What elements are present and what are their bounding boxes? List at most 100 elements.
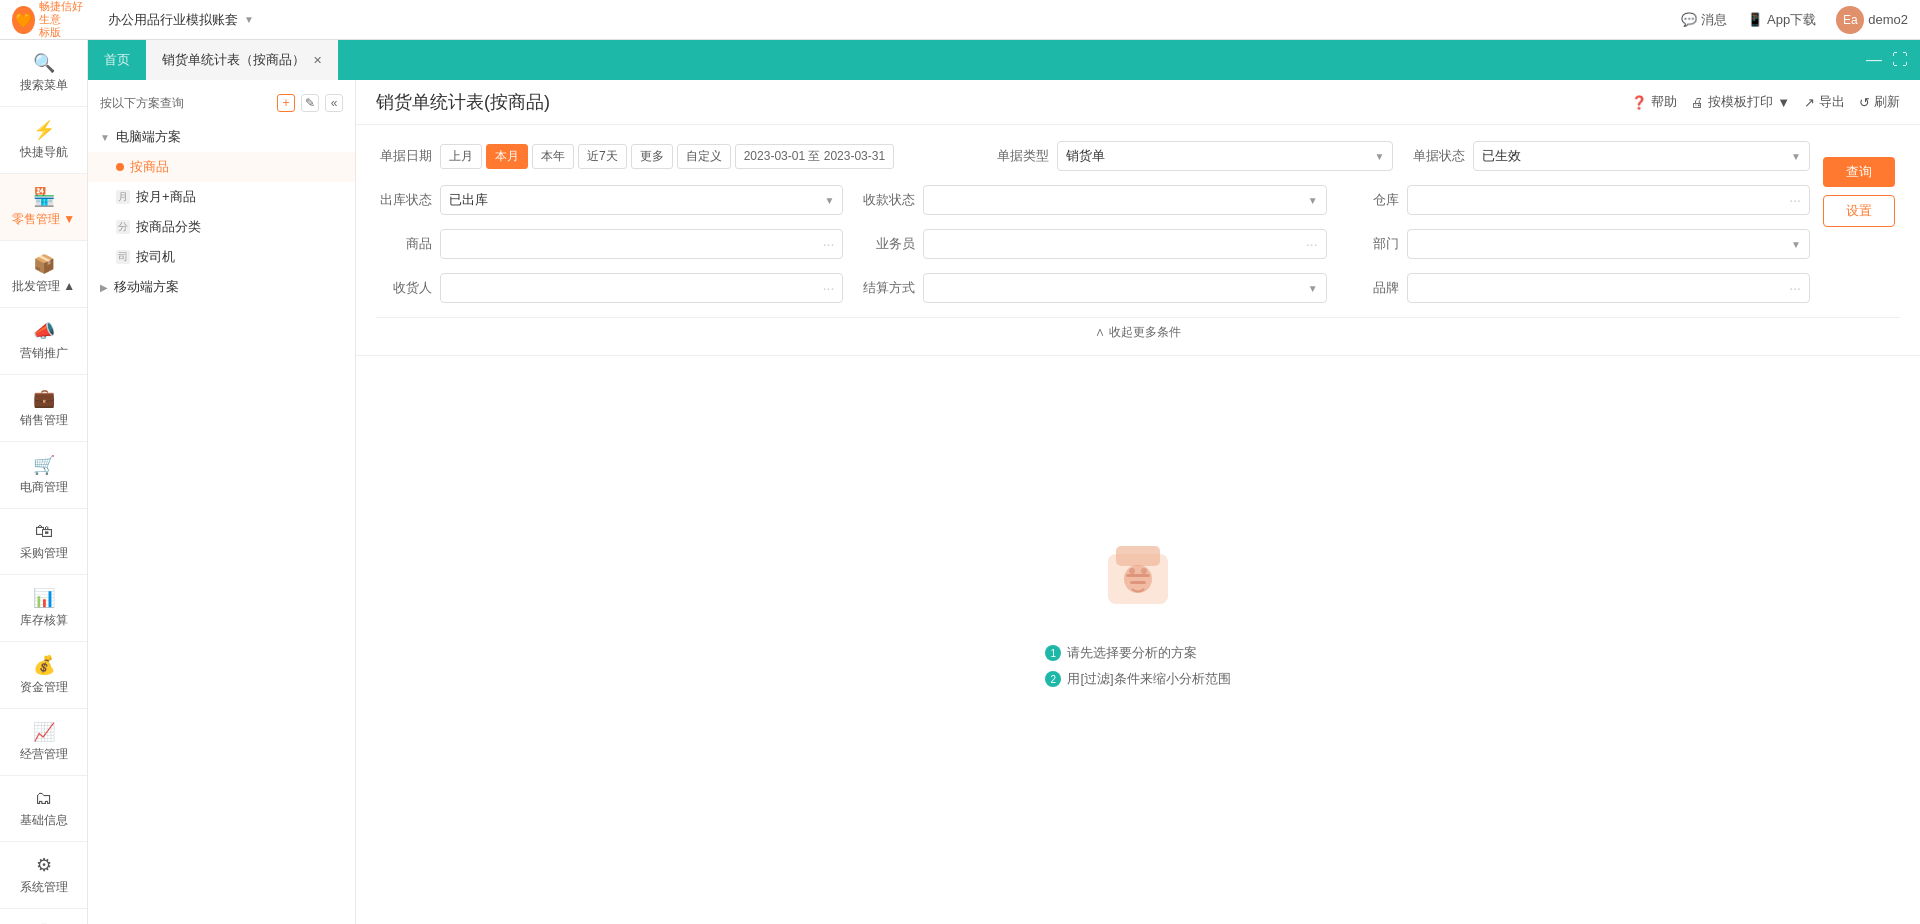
empty-tip-2: 2 用[过滤]条件来缩小分析范围 bbox=[1045, 670, 1230, 688]
empty-state: 1 请先选择要分析的方案 2 用[过滤]条件来缩小分析范围 bbox=[356, 356, 1920, 924]
query-btn-area: 查询 设置 bbox=[1810, 141, 1900, 243]
tip-num-1: 1 bbox=[1045, 645, 1061, 661]
top-bar-right: 💬 消息 📱 App下载 Ea demo2 bbox=[1681, 6, 1908, 34]
sidebar-item-finance[interactable]: 💰 资金管理 bbox=[0, 642, 87, 709]
sidebar-item-enterprise[interactable]: 🏢 企业协同 bbox=[0, 909, 87, 924]
sidebar-item-system[interactable]: ⚙ 系统管理 bbox=[0, 842, 87, 909]
salesman-dots-icon: ··· bbox=[1306, 236, 1318, 252]
product-selector[interactable]: ··· bbox=[440, 229, 843, 259]
tab-home[interactable]: 首页 bbox=[88, 40, 146, 80]
product-dots-icon: ··· bbox=[823, 236, 835, 252]
item-icon-month: 月 bbox=[116, 190, 130, 204]
main-layout: 🔍 搜索菜单 ⚡ 快捷导航 🏪 零售管理 ▼ 📦 批发管理 ▲ 📣 营销推广 💼… bbox=[0, 40, 1920, 924]
tab-stats[interactable]: 销货单统计表（按商品） ✕ bbox=[146, 40, 338, 80]
out-status-selector[interactable]: 已出库 ▼ bbox=[440, 185, 843, 215]
workspace-dropdown-icon: ▼ bbox=[244, 14, 254, 25]
settlement-dropdown-icon: ▼ bbox=[1308, 283, 1318, 294]
page-header: 销货单统计表(按商品) ❓ 帮助 🖨 按模板打印 ▼ bbox=[356, 80, 1920, 125]
doc-type-selector[interactable]: 销货单 ▼ bbox=[1057, 141, 1394, 171]
empty-tips: 1 请先选择要分析的方案 2 用[过滤]条件来缩小分析范围 bbox=[1045, 644, 1230, 696]
logo-icon: 🧡 bbox=[12, 6, 35, 34]
window-minimize-button[interactable]: — bbox=[1866, 51, 1882, 69]
date-btn-this-year[interactable]: 本年 bbox=[532, 144, 574, 169]
date-btn-more[interactable]: 更多 bbox=[631, 144, 673, 169]
filter-item-by-driver[interactable]: 司 按司机 bbox=[88, 242, 355, 272]
operations-icon: 📈 bbox=[0, 721, 87, 743]
receipt-status-dropdown-icon: ▼ bbox=[1308, 195, 1318, 206]
window-maximize-button[interactable]: ⛶ bbox=[1892, 51, 1908, 69]
empty-tip-1: 1 请先选择要分析的方案 bbox=[1045, 644, 1230, 662]
filter-item-date: 单据日期 上月 本月 本年 近7天 更多 自定义 bbox=[376, 144, 977, 169]
tab-close-icon[interactable]: ✕ bbox=[313, 54, 322, 67]
add-scheme-button[interactable]: + bbox=[277, 94, 295, 112]
svg-rect-3 bbox=[1126, 574, 1150, 577]
date-btn-last-month[interactable]: 上月 bbox=[440, 144, 482, 169]
app-download-button[interactable]: 📱 App下载 bbox=[1747, 11, 1816, 29]
sidebar-item-sales[interactable]: 💼 销售管理 bbox=[0, 375, 87, 442]
filter-item-by-month-product[interactable]: 月 按月+商品 bbox=[88, 182, 355, 212]
main-filter-area: 销货单统计表(按商品) ❓ 帮助 🖨 按模板打印 ▼ bbox=[356, 80, 1920, 924]
dept-selector[interactable]: ▼ bbox=[1407, 229, 1810, 259]
query-button[interactable]: 查询 bbox=[1823, 157, 1895, 187]
sidebar-item-ecommerce[interactable]: 🛒 电商管理 bbox=[0, 442, 87, 509]
collapse-sidebar-button[interactable]: « bbox=[325, 94, 343, 112]
svg-point-6 bbox=[1141, 568, 1147, 574]
inventory-icon: 📊 bbox=[0, 587, 87, 609]
system-icon: ⚙ bbox=[0, 854, 87, 876]
warehouse-selector[interactable]: ··· bbox=[1407, 185, 1810, 215]
filter-group-mobile-header[interactable]: ▶ 移动端方案 bbox=[88, 272, 355, 302]
sidebar-item-wholesale[interactable]: 📦 批发管理 ▲ bbox=[0, 241, 87, 308]
marketing-icon: 📣 bbox=[0, 320, 87, 342]
filter-item-by-category[interactable]: 分 按商品分类 bbox=[88, 212, 355, 242]
help-button[interactable]: ❓ 帮助 bbox=[1631, 93, 1677, 111]
filter-rows-area: 单据日期 上月 本月 本年 近7天 更多 自定义 bbox=[376, 141, 1810, 317]
settlement-selector[interactable]: ▼ bbox=[923, 273, 1326, 303]
page-title: 销货单统计表(按商品) bbox=[376, 90, 550, 114]
inner-layout: 按以下方案查询 + ✎ « ▼ 电脑端方案 bbox=[88, 80, 1920, 924]
message-button[interactable]: 💬 消息 bbox=[1681, 11, 1727, 29]
filter-row-1: 单据日期 上月 本月 本年 近7天 更多 自定义 bbox=[376, 141, 1810, 171]
sidebar-item-quicknav[interactable]: ⚡ 快捷导航 bbox=[0, 107, 87, 174]
sidebar-item-inventory[interactable]: 📊 库存核算 bbox=[0, 575, 87, 642]
svg-rect-1 bbox=[1116, 546, 1160, 566]
sidebar-item-operations[interactable]: 📈 经营管理 bbox=[0, 709, 87, 776]
collapse-bar[interactable]: ∧ 收起更多条件 bbox=[376, 317, 1900, 347]
date-filter: 上月 本月 本年 近7天 更多 自定义 2023-03-01 至 2023-03… bbox=[440, 144, 977, 169]
doc-status-selector[interactable]: 已生效 ▼ bbox=[1473, 141, 1810, 171]
filter-item-receipt-status: 收款状态 ▼ bbox=[859, 185, 1326, 215]
print-dropdown-icon: ▼ bbox=[1777, 95, 1790, 110]
receipt-status-selector[interactable]: ▼ bbox=[923, 185, 1326, 215]
app-icon: 📱 bbox=[1747, 12, 1763, 27]
edit-scheme-button[interactable]: ✎ bbox=[301, 94, 319, 112]
item-icon-category: 分 bbox=[116, 220, 130, 234]
date-btn-custom[interactable]: 自定义 bbox=[677, 144, 731, 169]
date-btn-7days[interactable]: 近7天 bbox=[578, 144, 627, 169]
search-icon: 🔍 bbox=[0, 52, 87, 74]
template-print-button[interactable]: 🖨 按模板打印 ▼ bbox=[1691, 93, 1790, 111]
filter-group-desktop: ▼ 电脑端方案 按商品 月 按月+商品 bbox=[88, 122, 355, 272]
sidebar-item-basic[interactable]: 🗂 基础信息 bbox=[0, 776, 87, 842]
sidebar-item-purchase[interactable]: 🛍 采购管理 bbox=[0, 509, 87, 575]
sidebar-item-marketing[interactable]: 📣 营销推广 bbox=[0, 308, 87, 375]
filter-tree: ▼ 电脑端方案 按商品 月 按月+商品 bbox=[88, 118, 355, 306]
filter-item-doc-type: 单据类型 销货单 ▼ bbox=[993, 141, 1394, 171]
salesman-selector[interactable]: ··· bbox=[923, 229, 1326, 259]
filter-item-warehouse: 仓库 ··· bbox=[1343, 185, 1810, 215]
date-btn-this-month[interactable]: 本月 bbox=[486, 144, 528, 169]
brand-selector[interactable]: ··· bbox=[1407, 273, 1810, 303]
filter-group-desktop-header[interactable]: ▼ 电脑端方案 bbox=[88, 122, 355, 152]
workspace-selector[interactable]: 办公用品行业模拟账套 ▼ bbox=[108, 11, 254, 29]
user-menu[interactable]: Ea demo2 bbox=[1836, 6, 1908, 34]
recipient-selector[interactable]: ··· bbox=[440, 273, 843, 303]
filter-item-by-product[interactable]: 按商品 bbox=[88, 152, 355, 182]
item-icon-driver: 司 bbox=[116, 250, 130, 264]
brand-dots-icon: ··· bbox=[1789, 280, 1801, 296]
sales-icon: 💼 bbox=[0, 387, 87, 409]
print-icon: 🖨 bbox=[1691, 95, 1704, 110]
date-range-display: 2023-03-01 至 2023-03-31 bbox=[735, 144, 894, 169]
export-button[interactable]: ↗ 导出 bbox=[1804, 93, 1845, 111]
settings-button[interactable]: 设置 bbox=[1823, 195, 1895, 227]
sidebar-item-search[interactable]: 🔍 搜索菜单 bbox=[0, 40, 87, 107]
sidebar-item-retail[interactable]: 🏪 零售管理 ▼ bbox=[0, 174, 87, 241]
refresh-button[interactable]: ↺ 刷新 bbox=[1859, 93, 1900, 111]
